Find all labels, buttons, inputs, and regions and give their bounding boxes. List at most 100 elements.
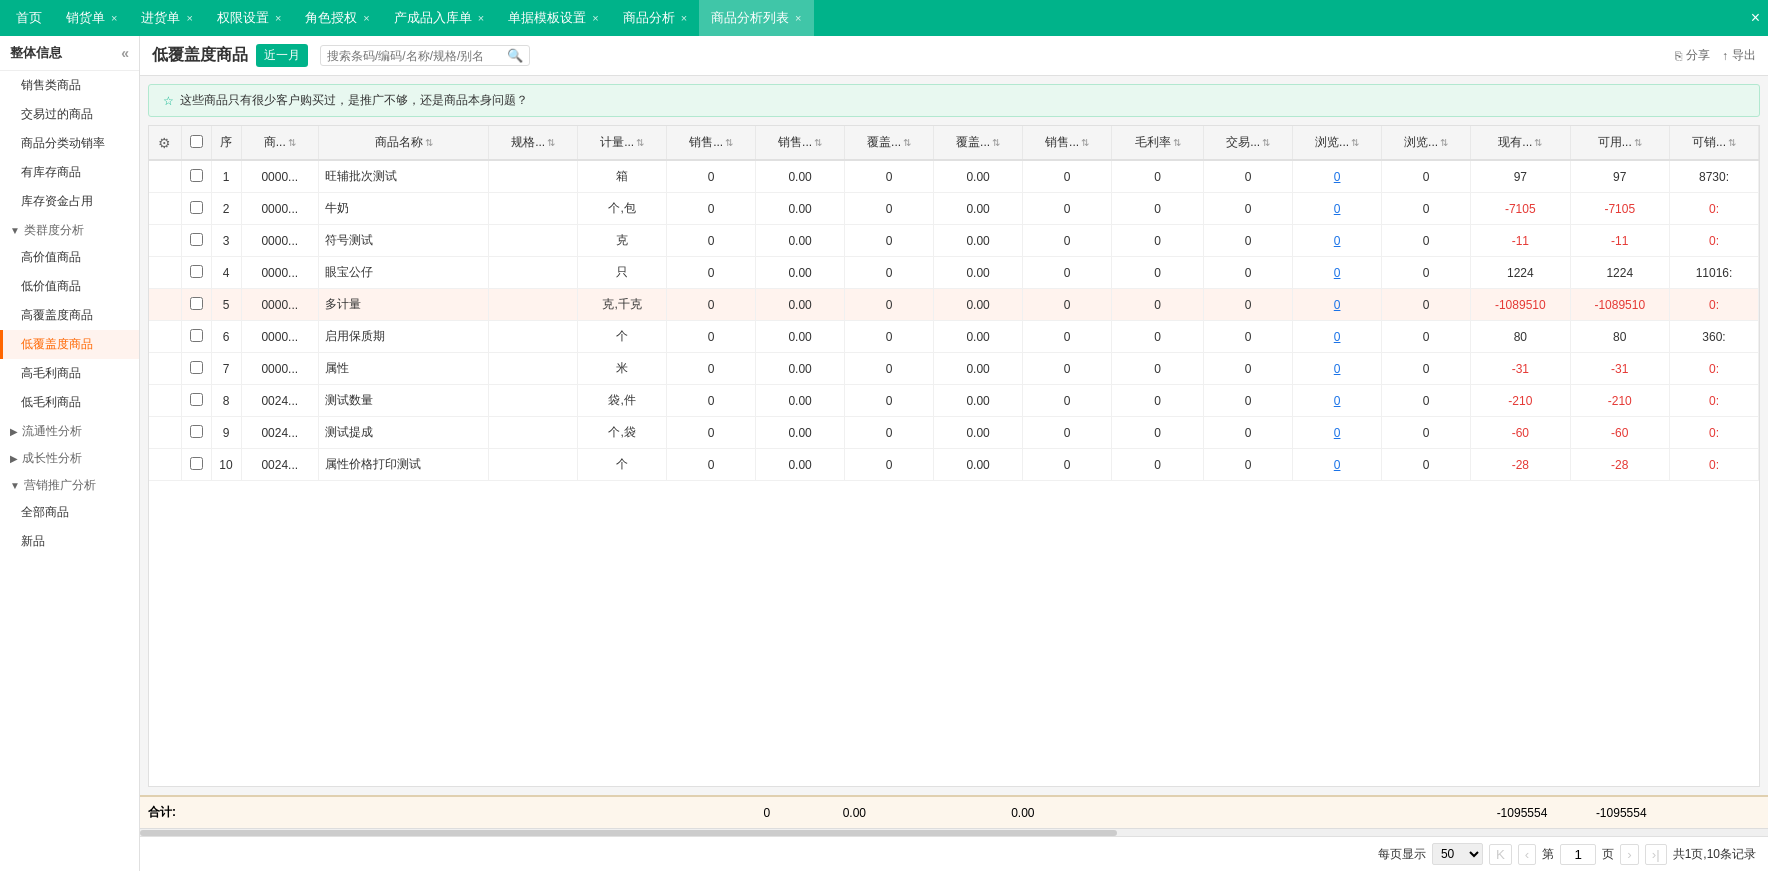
available-column-header[interactable]: 可用...⇅: [1570, 126, 1669, 160]
row-checkbox-cell[interactable]: [181, 353, 211, 385]
per-page-select[interactable]: 50 20 100 200: [1432, 843, 1483, 865]
nav-tab-permissions[interactable]: 权限设置 ×: [205, 0, 293, 36]
settings-icon[interactable]: ⚙: [158, 135, 171, 151]
sidebar-item-traded-goods[interactable]: 交易过的商品: [0, 100, 139, 129]
row-checkbox-cell[interactable]: [181, 160, 211, 193]
close-all-button[interactable]: ×: [1751, 9, 1760, 27]
coverage1-column-header[interactable]: 覆盖...⇅: [845, 126, 934, 160]
row-checkbox-cell[interactable]: [181, 417, 211, 449]
sidebar-section-growth[interactable]: ▶ 成长性分析: [0, 444, 139, 471]
sidebar-item-high-value[interactable]: 高价值商品: [0, 243, 139, 272]
checkbox-column-header[interactable]: [181, 126, 211, 160]
row-checkbox[interactable]: [190, 361, 203, 374]
row-checkbox-cell[interactable]: [181, 289, 211, 321]
nav-tab-product-analysis[interactable]: 商品分析 ×: [611, 0, 699, 36]
row-checkbox-cell[interactable]: [181, 257, 211, 289]
sidebar-section-cluster[interactable]: ▼ 类群度分析: [0, 216, 139, 243]
sidebar-item-low-coverage[interactable]: 低覆盖度商品: [0, 330, 139, 359]
share-button[interactable]: ⎘ 分享: [1675, 47, 1710, 64]
settings-column-header[interactable]: ⚙: [149, 126, 181, 160]
search-icon[interactable]: 🔍: [507, 48, 523, 63]
sidebar-item-high-coverage[interactable]: 高覆盖度商品: [0, 301, 139, 330]
nav-tab-sales[interactable]: 销货单 ×: [54, 0, 129, 36]
row-browse1[interactable]: 0: [1293, 321, 1382, 353]
sidebar-section-circulation[interactable]: ▶ 流通性分析: [0, 417, 139, 444]
row-checkbox[interactable]: [190, 425, 203, 438]
browse1-column-header[interactable]: 浏览...⇅: [1293, 126, 1382, 160]
period-button[interactable]: 近一月: [256, 44, 308, 67]
row-checkbox[interactable]: [190, 329, 203, 342]
select-all-checkbox[interactable]: [190, 135, 203, 148]
sidebar-item-low-value[interactable]: 低价值商品: [0, 272, 139, 301]
close-icon[interactable]: ×: [795, 12, 801, 24]
next-page-button[interactable]: ›: [1620, 844, 1638, 865]
unit-column-header[interactable]: 计量...⇅: [578, 126, 667, 160]
sales-amt-column-header[interactable]: 销售...⇅: [756, 126, 845, 160]
sidebar-item-category-rate[interactable]: 商品分类动销率: [0, 129, 139, 158]
row-checkbox[interactable]: [190, 169, 203, 182]
nav-tab-product-analysis-list[interactable]: 商品分析列表 ×: [699, 0, 813, 36]
row-browse1[interactable]: 0: [1293, 289, 1382, 321]
current-column-header[interactable]: 现有...⇅: [1471, 126, 1570, 160]
close-icon[interactable]: ×: [478, 12, 484, 24]
name-column-header[interactable]: 商品名称⇅: [319, 126, 489, 160]
sidebar-item-all-goods[interactable]: 全部商品: [0, 498, 139, 527]
nav-tab-template[interactable]: 单据模板设置 ×: [496, 0, 610, 36]
close-icon[interactable]: ×: [363, 12, 369, 24]
sidebar-section-marketing[interactable]: ▼ 营销推广分析: [0, 471, 139, 498]
row-browse1[interactable]: 0: [1293, 257, 1382, 289]
table-row: 2 0000... 牛奶 个,包 0 0.00 0 0.00 0 0 0 0 0…: [149, 193, 1759, 225]
row-browse1[interactable]: 0: [1293, 417, 1382, 449]
close-icon[interactable]: ×: [681, 12, 687, 24]
sidebar-item-sales-goods[interactable]: 销售类商品: [0, 71, 139, 100]
sidebar-collapse-button[interactable]: «: [121, 45, 129, 61]
sales3-column-header[interactable]: 销售...⇅: [1023, 126, 1112, 160]
row-browse1[interactable]: 0: [1293, 193, 1382, 225]
browse2-column-header[interactable]: 浏览...⇅: [1382, 126, 1471, 160]
row-checkbox[interactable]: [190, 265, 203, 278]
row-checkbox[interactable]: [190, 201, 203, 214]
nav-tab-warehouse[interactable]: 产成品入库单 ×: [382, 0, 496, 36]
sidebar-item-capital[interactable]: 库存资金占用: [0, 187, 139, 216]
row-checkbox-cell[interactable]: [181, 321, 211, 353]
gross-column-header[interactable]: 毛利率⇅: [1112, 126, 1204, 160]
spec-column-header[interactable]: 规格...⇅: [489, 126, 578, 160]
search-input[interactable]: [327, 49, 507, 63]
row-checkbox[interactable]: [190, 393, 203, 406]
sidebar-item-high-margin[interactable]: 高毛利商品: [0, 359, 139, 388]
row-checkbox-cell[interactable]: [181, 385, 211, 417]
row-checkbox-cell[interactable]: [181, 225, 211, 257]
first-page-button[interactable]: K: [1489, 844, 1512, 865]
row-browse1[interactable]: 0: [1293, 353, 1382, 385]
row-checkbox[interactable]: [190, 233, 203, 246]
nav-tab-purchase[interactable]: 进货单 ×: [129, 0, 204, 36]
page-input[interactable]: [1560, 844, 1596, 865]
row-browse1[interactable]: 0: [1293, 225, 1382, 257]
sidebar-item-low-margin[interactable]: 低毛利商品: [0, 388, 139, 417]
close-icon[interactable]: ×: [275, 12, 281, 24]
close-icon[interactable]: ×: [186, 12, 192, 24]
horizontal-scrollbar[interactable]: [140, 828, 1768, 836]
row-checkbox[interactable]: [190, 457, 203, 470]
row-checkbox[interactable]: [190, 297, 203, 310]
last-page-button[interactable]: ›|: [1645, 844, 1667, 865]
sidebar-item-stock-goods[interactable]: 有库存商品: [0, 158, 139, 187]
scrollbar-thumb[interactable]: [140, 830, 1117, 836]
row-checkbox-cell[interactable]: [181, 193, 211, 225]
coverage2-column-header[interactable]: 覆盖...⇅: [934, 126, 1023, 160]
sales-qty-column-header[interactable]: 销售...⇅: [667, 126, 756, 160]
export-button[interactable]: ↑ 导出: [1722, 47, 1756, 64]
trade-column-header[interactable]: 交易...⇅: [1204, 126, 1293, 160]
nav-tab-roles[interactable]: 角色授权 ×: [293, 0, 381, 36]
prev-page-button[interactable]: ‹: [1518, 844, 1536, 865]
code-column-header[interactable]: 商...⇅: [241, 126, 319, 160]
row-browse1[interactable]: 0: [1293, 160, 1382, 193]
sellable-column-header[interactable]: 可销...⇅: [1669, 126, 1758, 160]
row-browse1[interactable]: 0: [1293, 385, 1382, 417]
nav-tab-home[interactable]: 首页: [4, 0, 54, 36]
sidebar-item-new-goods[interactable]: 新品: [0, 527, 139, 556]
close-icon[interactable]: ×: [111, 12, 117, 24]
close-icon[interactable]: ×: [592, 12, 598, 24]
row-checkbox-cell[interactable]: [181, 449, 211, 481]
row-browse1[interactable]: 0: [1293, 449, 1382, 481]
